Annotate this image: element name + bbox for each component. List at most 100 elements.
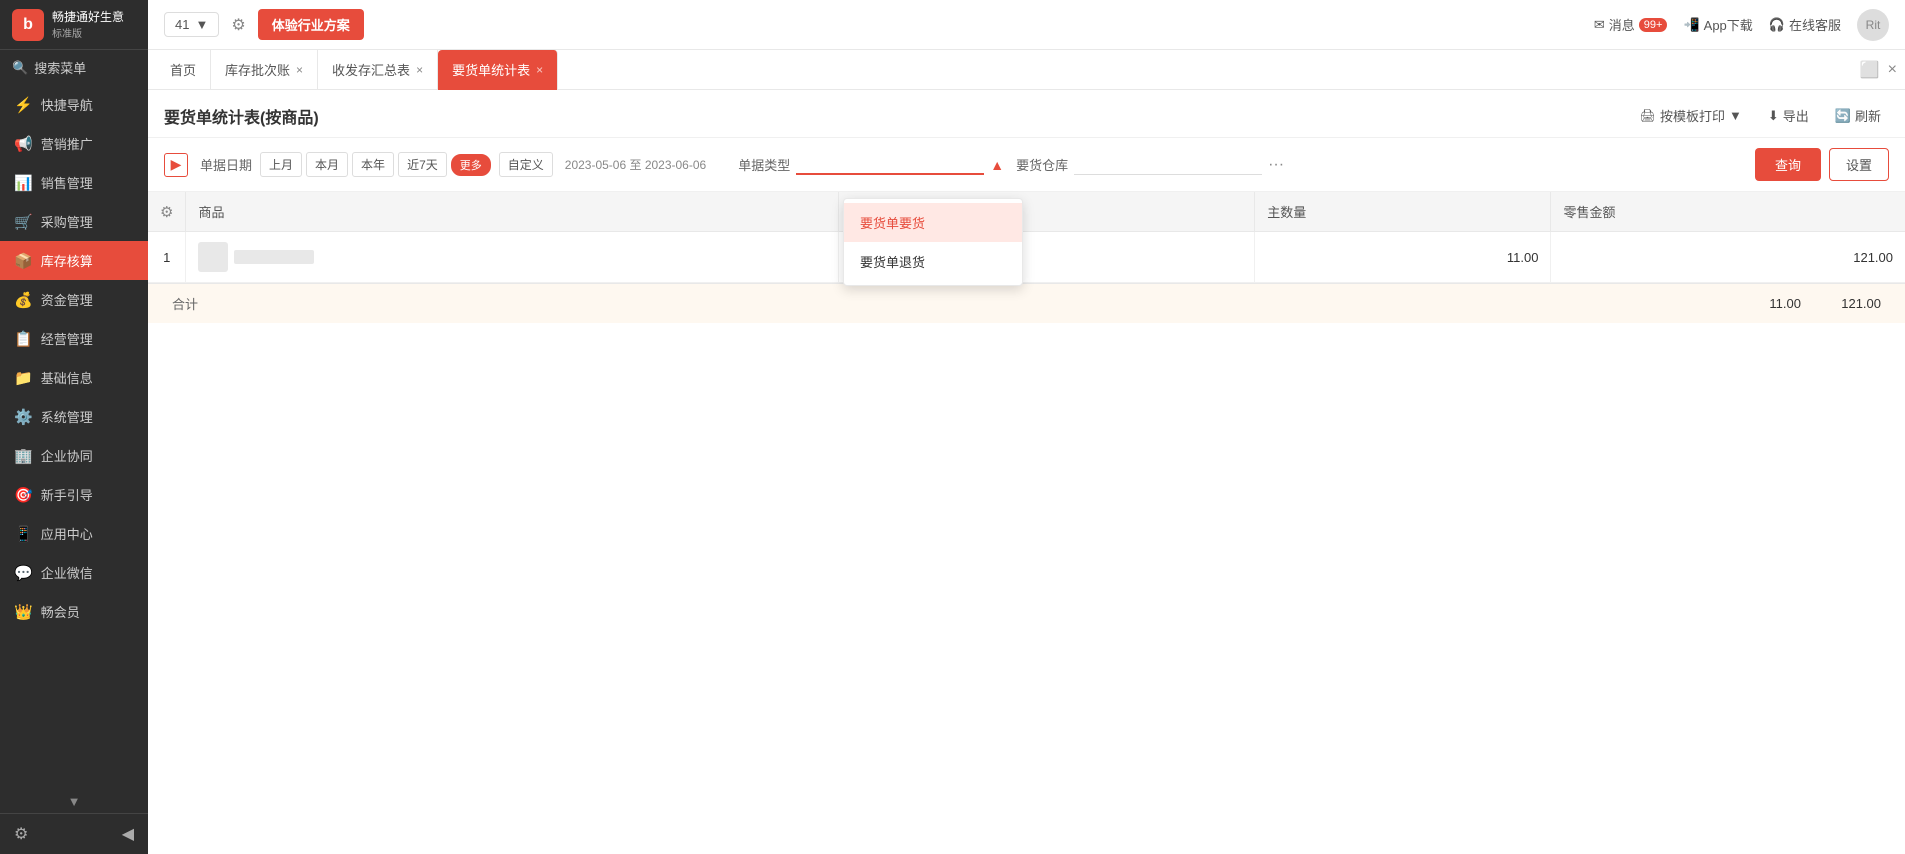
sidebar-item-guide[interactable]: 🎯 新手引导 xyxy=(0,475,148,514)
type-filter-label: 单据类型 xyxy=(738,155,790,174)
tab-close-order-stats[interactable]: × xyxy=(536,63,543,77)
tabbar-right: ⬜ × xyxy=(1860,60,1897,80)
sidebar-collapse-btn[interactable]: ◀ xyxy=(122,824,134,844)
footer-quantity: 11.00 xyxy=(1733,296,1813,311)
sidebar-item-basic[interactable]: 📁 基础信息 xyxy=(0,358,148,397)
date-range-btns: 上月 本月 本年 近7天 更多 xyxy=(260,152,491,177)
settings-btn[interactable]: 设置 xyxy=(1829,148,1889,181)
topbar-settings-icon[interactable]: ⚙ xyxy=(231,15,245,35)
product-thumbnail xyxy=(198,242,228,272)
page-card: 要货单统计表(按商品) 🖨 按模板打印 ▼ ⬇ 导出 🔄 刷新 xyxy=(148,90,1905,854)
sidebar-item-vip[interactable]: 👑 畅会员 xyxy=(0,592,148,631)
col-amount: 零售金额 xyxy=(1551,192,1905,232)
date-custom-btn[interactable]: 自定义 xyxy=(499,152,553,177)
msg-btn[interactable]: ✉ 消息 99+ xyxy=(1594,15,1668,34)
sidebar-item-system[interactable]: ⚙️ 系统管理 xyxy=(0,397,148,436)
dropdown-item-order-return[interactable]: 要货单退货 xyxy=(844,242,1022,281)
sidebar-nav: ⚡ 快捷导航 📢 营销推广 📊 销售管理 🛒 采购管理 📦 库存核算 💰 资金管… xyxy=(0,85,148,790)
sidebar-bottom: ⚙ ◀ xyxy=(0,813,148,854)
sidebar-item-inventory[interactable]: 📦 库存核算 xyxy=(0,241,148,280)
operations-icon: 📋 xyxy=(14,330,33,348)
warehouse-more-icon[interactable]: ··· xyxy=(1268,156,1284,174)
purchase-icon: 🛒 xyxy=(14,213,33,231)
col-settings: ⚙ xyxy=(148,192,186,232)
sidebar-scroll-down[interactable]: ▼ xyxy=(0,790,148,813)
table-footer: 合计 11.00 121.00 xyxy=(148,283,1905,323)
avatar-text: Rit xyxy=(1866,18,1881,32)
tab-close-all-icon[interactable]: × xyxy=(1888,61,1897,79)
enterprise-icon: 🏢 xyxy=(14,447,33,465)
app-download-btn[interactable]: 📲 App下载 xyxy=(1683,15,1752,34)
filter-warehouse-group: 要货仓库 ··· xyxy=(1016,155,1284,175)
store-selector[interactable]: 41 ▼ xyxy=(164,12,219,37)
col-settings-icon[interactable]: ⚙ xyxy=(160,204,173,221)
tab-close-inventory-batch[interactable]: × xyxy=(296,63,303,77)
search-icon: 🔍 xyxy=(12,60,28,76)
page-header: 要货单统计表(按商品) 🖨 按模板打印 ▼ ⬇ 导出 🔄 刷新 xyxy=(148,90,1905,138)
support-icon: 🎧 xyxy=(1769,17,1785,33)
tab-maximize-icon[interactable]: ⬜ xyxy=(1860,60,1880,80)
tab-inventory-batch[interactable]: 库存批次账 × xyxy=(211,50,318,90)
sidebar-item-wechat[interactable]: 💬 企业微信 xyxy=(0,553,148,592)
app-logo: b 畅捷通好生意 标准版 xyxy=(0,0,148,50)
col-quantity: 主数量 xyxy=(1255,192,1551,232)
content-area: 要货单统计表(按商品) 🖨 按模板打印 ▼ ⬇ 导出 🔄 刷新 xyxy=(148,90,1905,854)
date-last-7days-btn[interactable]: 近7天 xyxy=(398,152,447,177)
store-chevron-icon: ▼ xyxy=(195,17,208,32)
wechat-icon: 💬 xyxy=(14,564,33,582)
footer-label: 合计 xyxy=(160,294,220,313)
search-menu-item[interactable]: 🔍 搜索菜单 xyxy=(0,50,148,85)
product-cell xyxy=(198,242,825,272)
sidebar-item-operations[interactable]: 📋 经营管理 xyxy=(0,319,148,358)
export-btn[interactable]: ⬇ 导出 xyxy=(1760,102,1817,129)
topbar-right: ✉ 消息 99+ 📲 App下载 🎧 在线客服 Rit xyxy=(1594,9,1889,41)
tab-recv-summary[interactable]: 收发存汇总表 × xyxy=(318,50,438,90)
sales-icon: 📊 xyxy=(14,174,33,192)
user-avatar[interactable]: Rit xyxy=(1857,9,1889,41)
refresh-icon: 🔄 xyxy=(1835,108,1851,124)
support-btn[interactable]: 🎧 在线客服 xyxy=(1769,15,1841,34)
data-table: ⚙ 商品 主计量单位 主数量 零售金额 1 xyxy=(148,192,1905,283)
dropdown-item-order-goods[interactable]: 要货单要货 xyxy=(844,203,1022,242)
product-name xyxy=(234,250,314,264)
sidebar-item-enterprise[interactable]: 🏢 企业协同 xyxy=(0,436,148,475)
app-name: 畅捷通好生意 xyxy=(52,9,124,26)
tab-close-recv-summary[interactable]: × xyxy=(416,63,423,77)
store-name: 41 xyxy=(175,17,189,32)
date-last-month-btn[interactable]: 上月 xyxy=(260,152,302,177)
type-dropdown: 要货单要货 要货单退货 xyxy=(843,198,1023,286)
row-quantity: 11.00 xyxy=(1255,232,1551,283)
row-product xyxy=(186,232,838,283)
date-this-month-btn[interactable]: 本月 xyxy=(306,152,348,177)
app-icon: 📲 xyxy=(1683,17,1699,33)
table-header-row: ⚙ 商品 主计量单位 主数量 零售金额 xyxy=(148,192,1905,232)
type-filter-chevron-icon[interactable]: ▲ xyxy=(990,157,1004,173)
sidebar-item-purchase[interactable]: 🛒 采购管理 xyxy=(0,202,148,241)
sidebar-item-sales[interactable]: 📊 销售管理 xyxy=(0,163,148,202)
date-this-year-btn[interactable]: 本年 xyxy=(352,152,394,177)
print-chevron-icon: ▼ xyxy=(1729,108,1742,123)
sidebar-item-finance[interactable]: 💰 资金管理 xyxy=(0,280,148,319)
tab-home[interactable]: 首页 xyxy=(156,50,211,90)
print-btn[interactable]: 🖨 按模板打印 ▼ xyxy=(1631,102,1749,129)
industry-btn[interactable]: 体验行业方案 xyxy=(258,9,364,40)
guide-icon: 🎯 xyxy=(14,486,33,504)
type-filter-input[interactable] xyxy=(796,154,984,175)
sidebar-item-marketing[interactable]: 📢 营销推广 xyxy=(0,124,148,163)
sidebar: b 畅捷通好生意 标准版 🔍 搜索菜单 ⚡ 快捷导航 📢 营销推广 📊 销售管理… xyxy=(0,0,148,854)
msg-badge: 99+ xyxy=(1639,18,1668,32)
query-btn[interactable]: 查询 xyxy=(1755,148,1821,181)
sidebar-settings-btn[interactable]: ⚙ xyxy=(14,824,28,844)
sidebar-item-shortcut[interactable]: ⚡ 快捷导航 xyxy=(0,85,148,124)
sidebar-item-app-center[interactable]: 📱 应用中心 xyxy=(0,514,148,553)
tab-order-stats[interactable]: 要货单统计表 × xyxy=(438,50,558,90)
basic-icon: 📁 xyxy=(14,369,33,387)
export-icon: ⬇ xyxy=(1768,108,1779,124)
msg-icon: ✉ xyxy=(1594,17,1605,33)
refresh-btn[interactable]: 🔄 刷新 xyxy=(1827,102,1889,129)
inventory-icon: 📦 xyxy=(14,252,33,270)
app-center-icon: 📱 xyxy=(14,525,33,543)
filter-expand-btn[interactable]: ▶ xyxy=(164,153,188,177)
date-more-btn[interactable]: 更多 xyxy=(451,154,491,176)
warehouse-filter-input[interactable] xyxy=(1074,155,1262,175)
